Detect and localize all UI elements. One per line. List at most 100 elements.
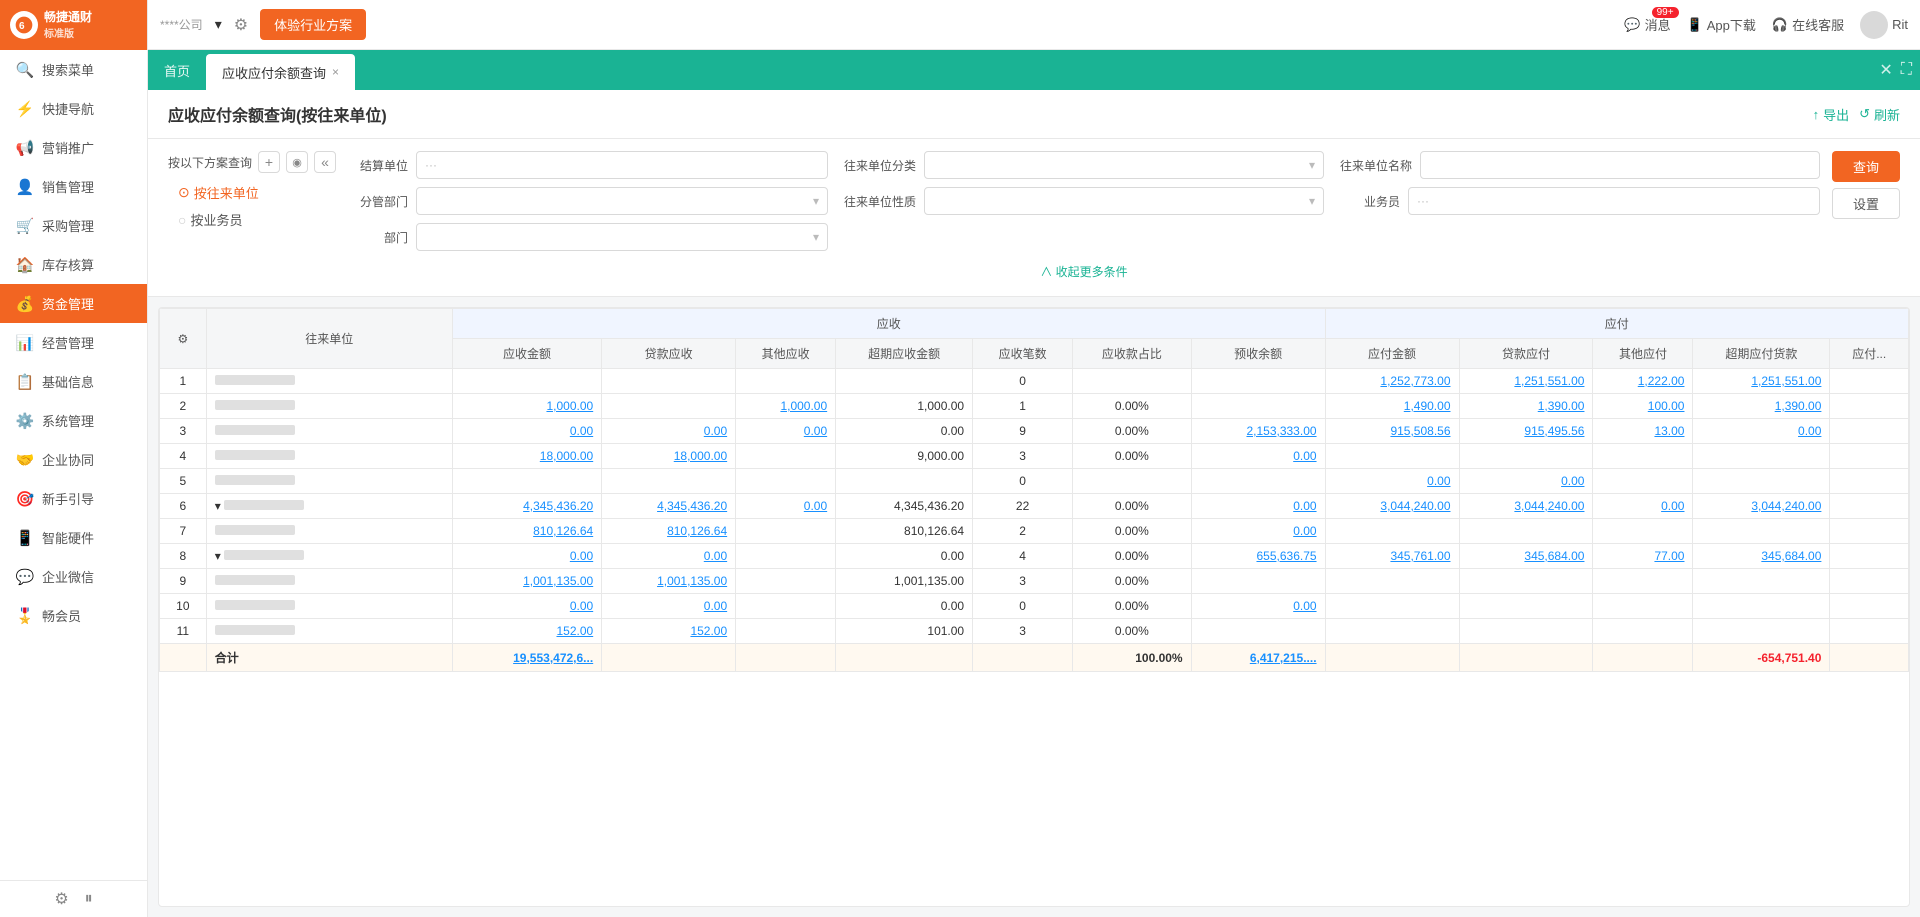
row-receivable-amount[interactable]: 4,345,436.20: [452, 494, 601, 519]
row-other-payable[interactable]: 13.00: [1593, 419, 1693, 444]
sidebar-item-sales[interactable]: 👤销售管理: [0, 167, 147, 206]
dept-mgr-input[interactable]: ▾: [416, 187, 828, 215]
footer-receivable-amount[interactable]: 19,553,472,6...: [452, 644, 601, 672]
row-receivable-amount[interactable]: 0.00: [452, 544, 601, 569]
row-receivable-ratio: 0.00%: [1073, 494, 1191, 519]
unit-nature-input[interactable]: ▾: [924, 187, 1324, 215]
row-other-payable[interactable]: 1,222.00: [1593, 369, 1693, 394]
row-advance-balance[interactable]: 2,153,333.00: [1191, 419, 1325, 444]
row-receivable-amount[interactable]: 0.00: [452, 419, 601, 444]
sidebar-item-quick-nav[interactable]: ⚡快捷导航: [0, 89, 147, 128]
sidebar-item-marketing[interactable]: 📢营销推广: [0, 128, 147, 167]
sidebar-footer-settings[interactable]: ⚙: [54, 889, 68, 909]
dept-input[interactable]: ▾: [416, 223, 828, 251]
tab-close-icon[interactable]: ×: [332, 65, 339, 79]
promo-button[interactable]: 体验行业方案: [260, 9, 366, 40]
query-button[interactable]: 查询: [1832, 151, 1900, 182]
row-advance-balance[interactable]: 0.00: [1191, 444, 1325, 469]
filter-add-button[interactable]: +: [258, 151, 280, 173]
salesperson-input[interactable]: ···: [1408, 187, 1820, 215]
row-loan-receivable[interactable]: 1,001,135.00: [602, 569, 736, 594]
sidebar-item-enterprise[interactable]: 🤝企业协同: [0, 440, 147, 479]
row-other-receivable[interactable]: 1,000.00: [736, 394, 836, 419]
row-receivable-amount[interactable]: 1,000.00: [452, 394, 601, 419]
footer-advance-balance[interactable]: 6,417,215....: [1191, 644, 1325, 672]
row-loan-payable[interactable]: 345,684.00: [1459, 544, 1593, 569]
row-overdue-payable[interactable]: 3,044,240.00: [1693, 494, 1830, 519]
row-loan-payable[interactable]: 3,044,240.00: [1459, 494, 1593, 519]
row-loan-receivable[interactable]: 810,126.64: [602, 519, 736, 544]
row-receivable-amount[interactable]: 1,001,135.00: [452, 569, 601, 594]
sidebar-item-member[interactable]: 🎖️畅会员: [0, 596, 147, 635]
row-loan-receivable[interactable]: 18,000.00: [602, 444, 736, 469]
row-advance-balance[interactable]: 0.00: [1191, 594, 1325, 619]
unit-name-input[interactable]: [1420, 151, 1820, 179]
tabbar-close-icon[interactable]: ✕: [1879, 60, 1892, 80]
tab-home[interactable]: 首页: [148, 50, 206, 90]
row-overdue-payable[interactable]: 345,684.00: [1693, 544, 1830, 569]
sidebar-item-operation[interactable]: 📊经营管理: [0, 323, 147, 362]
row-receivable-amount[interactable]: 18,000.00: [452, 444, 601, 469]
row-loan-receivable[interactable]: 152.00: [602, 619, 736, 644]
row-loan-payable[interactable]: 1,390.00: [1459, 394, 1593, 419]
messages-button[interactable]: 💬 消息 99+: [1624, 15, 1670, 34]
sidebar-item-system[interactable]: ⚙️系统管理: [0, 401, 147, 440]
row-overdue-payable[interactable]: 1,251,551.00: [1693, 369, 1830, 394]
row-payable-amount[interactable]: 915,508.56: [1325, 419, 1459, 444]
sidebar-item-search-menu[interactable]: 🔍搜索菜单: [0, 50, 147, 89]
row-payable-amount[interactable]: 345,761.00: [1325, 544, 1459, 569]
row-advance-balance[interactable]: 655,636.75: [1191, 544, 1325, 569]
refresh-button[interactable]: ↺ 刷新: [1859, 105, 1900, 124]
row-other-receivable[interactable]: 0.00: [736, 494, 836, 519]
row-loan-receivable[interactable]: 0.00: [602, 544, 736, 569]
collapse-more-button[interactable]: ∧ 收起更多条件: [348, 259, 1820, 284]
row-receivable-amount[interactable]: 152.00: [452, 619, 601, 644]
settlement-unit-input[interactable]: ···: [416, 151, 828, 179]
app-download-button[interactable]: 📱 App下载: [1687, 15, 1756, 34]
sidebar-item-fund[interactable]: 💰资金管理: [0, 284, 147, 323]
breadcrumb-chevron-icon[interactable]: ▾: [215, 16, 222, 33]
sidebar-item-hardware[interactable]: 📱智能硬件: [0, 518, 147, 557]
row-other-payable[interactable]: 77.00: [1593, 544, 1693, 569]
row-loan-payable[interactable]: 1,251,551.00: [1459, 369, 1593, 394]
tabbar-expand-icon[interactable]: ⛶: [1901, 61, 1912, 79]
filter-collapse-button[interactable]: «: [314, 151, 336, 173]
topbar-settings-icon[interactable]: ⚙: [234, 15, 248, 35]
tab-receivable[interactable]: 应收应付余额查询 ×: [206, 54, 355, 90]
sidebar-item-basic[interactable]: 📋基础信息: [0, 362, 147, 401]
row-payable-amount[interactable]: 1,252,773.00: [1325, 369, 1459, 394]
sidebar-item-guide[interactable]: 🎯新手引导: [0, 479, 147, 518]
sidebar-item-inventory[interactable]: 🏠库存核算: [0, 245, 147, 284]
online-service-button[interactable]: 🎧 在线客服: [1772, 15, 1844, 34]
sidebar-item-purchase[interactable]: 🛒采购管理: [0, 206, 147, 245]
row-payable-amount[interactable]: 1,490.00: [1325, 394, 1459, 419]
filter-edit-button[interactable]: ◉: [286, 151, 308, 173]
filter-option-salesperson[interactable]: ○ 按业务员: [168, 206, 336, 233]
unit-category-input[interactable]: ▾: [924, 151, 1324, 179]
row-overdue-payable[interactable]: 0.00: [1693, 419, 1830, 444]
export-button[interactable]: ↑ 导出: [1813, 105, 1850, 124]
row-loan-payable[interactable]: 915,495.56: [1459, 419, 1593, 444]
row-loan-payable[interactable]: 0.00: [1459, 469, 1593, 494]
row-payable-amount[interactable]: 0.00: [1325, 469, 1459, 494]
sidebar-item-wechat[interactable]: 💬企业微信: [0, 557, 147, 596]
row-overdue-payable[interactable]: 1,390.00: [1693, 394, 1830, 419]
row-receivable-amount[interactable]: 810,126.64: [452, 519, 601, 544]
col-header-settings[interactable]: ⚙: [160, 309, 207, 369]
row-loan-receivable[interactable]: 0.00: [602, 419, 736, 444]
row-other-payable[interactable]: 0.00: [1593, 494, 1693, 519]
filter-option-partner[interactable]: ⊙ 按往来单位: [168, 179, 336, 206]
row-advance-balance[interactable]: 0.00: [1191, 494, 1325, 519]
sidebar-footer-collapse[interactable]: ⏸: [85, 890, 93, 908]
user-avatar[interactable]: Rit: [1860, 11, 1908, 39]
row-loan-receivable[interactable]: 4,345,436.20: [602, 494, 736, 519]
message-badge: 99+: [1652, 7, 1679, 18]
row-loan-receivable[interactable]: 0.00: [602, 594, 736, 619]
row-receivable-amount[interactable]: 0.00: [452, 594, 601, 619]
unit-nature-label: 往来单位性质: [844, 193, 916, 210]
row-payable-amount[interactable]: 3,044,240.00: [1325, 494, 1459, 519]
row-other-payable[interactable]: 100.00: [1593, 394, 1693, 419]
settings-button[interactable]: 设置: [1832, 188, 1900, 219]
row-advance-balance[interactable]: 0.00: [1191, 519, 1325, 544]
row-other-receivable[interactable]: 0.00: [736, 419, 836, 444]
